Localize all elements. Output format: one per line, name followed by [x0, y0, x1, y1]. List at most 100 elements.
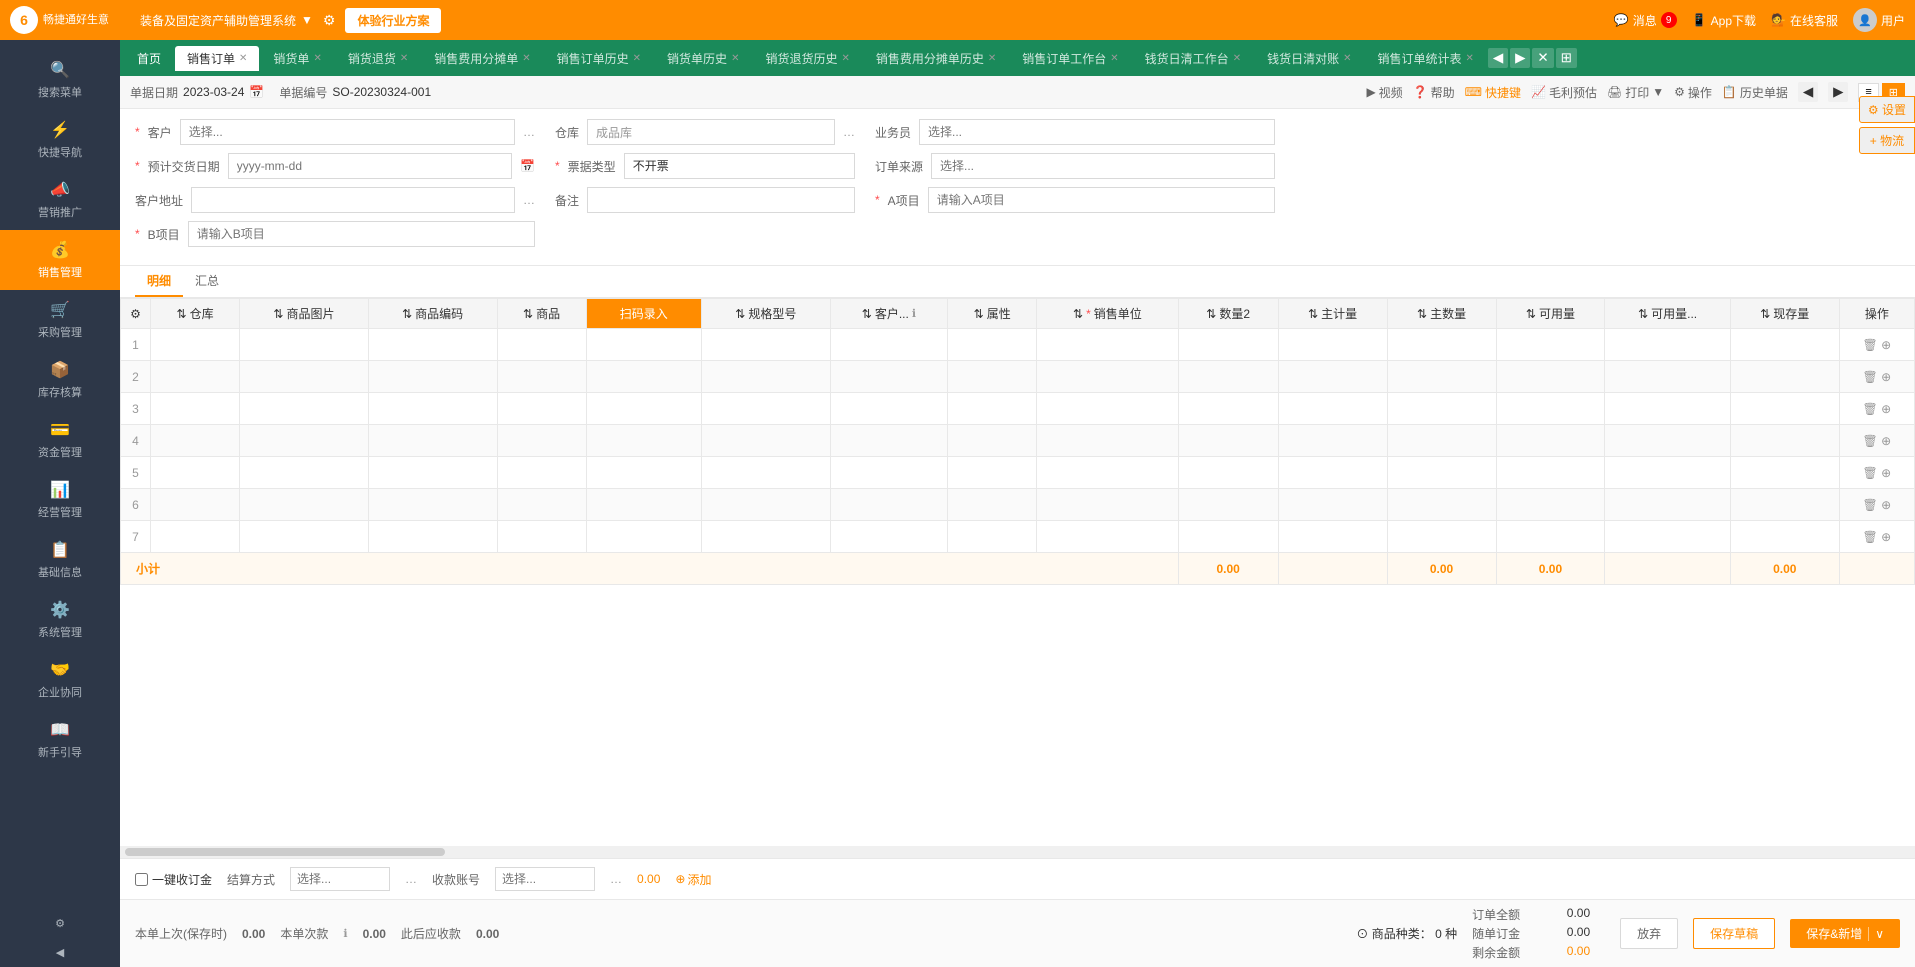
tab-prev-btn[interactable]: ◀	[1488, 48, 1508, 68]
sidebar-item-basic[interactable]: 📋 基础信息	[0, 530, 120, 590]
payment-method-input[interactable]	[290, 867, 390, 891]
row-spec-cell[interactable]	[701, 425, 830, 457]
tab-close-all-btn[interactable]: ✕	[1532, 48, 1553, 68]
row-product-cell[interactable]	[497, 329, 586, 361]
row-attribute-cell[interactable]	[948, 329, 1037, 361]
history-btn[interactable]: 📋 历史单据	[1722, 84, 1788, 101]
tab-sales-order-history[interactable]: 销售订单历史 ✕	[545, 46, 653, 71]
sidebar-item-operations[interactable]: 📊 经营管理	[0, 470, 120, 530]
row-main-qty-cell[interactable]	[1387, 457, 1496, 489]
row-product-cell[interactable]	[497, 457, 586, 489]
row-sales-unit-cell[interactable]	[1037, 425, 1178, 457]
row-warehouse-cell[interactable]	[151, 393, 240, 425]
row-product-code-cell[interactable]	[368, 393, 497, 425]
tab-sales-return-history-close[interactable]: ✕	[731, 53, 739, 64]
tab-sales-order-workbench-close[interactable]: ✕	[1110, 53, 1118, 64]
tab-home[interactable]: 首页	[125, 46, 173, 71]
row-product-cell[interactable]	[497, 489, 586, 521]
row-quantity2-cell[interactable]	[1178, 521, 1278, 553]
row-copy-btn[interactable]: ⊕	[1881, 530, 1891, 544]
row-customer-code-cell[interactable]	[830, 329, 947, 361]
row-product-code-cell[interactable]	[368, 361, 497, 393]
collection-dots-btn[interactable]: …	[610, 872, 622, 886]
sidebar-item-quick[interactable]: ⚡ 快捷导航	[0, 110, 120, 170]
tab-sales-return[interactable]: 销货单 ✕	[261, 46, 333, 71]
row-sales-unit-cell[interactable]	[1037, 521, 1178, 553]
row-copy-btn[interactable]: ⊕	[1881, 466, 1891, 480]
a-project-input[interactable]	[928, 187, 1275, 213]
save-new-dropdown-icon[interactable]: ∨	[1868, 927, 1884, 941]
horizontal-scrollbar[interactable]	[125, 848, 445, 856]
row-customer-code-cell[interactable]	[830, 489, 947, 521]
row-customer-code-cell[interactable]	[830, 457, 947, 489]
row-delete-btn[interactable]: 🗑	[1863, 370, 1878, 384]
sidebar-item-search[interactable]: 🔍 搜索菜单	[0, 50, 120, 110]
row-delete-btn[interactable]: 🗑	[1863, 466, 1878, 480]
customer-input[interactable]	[180, 119, 515, 145]
row-attribute-cell[interactable]	[948, 457, 1037, 489]
tab-sales-stats[interactable]: 销售订单统计表 ✕	[1365, 46, 1485, 71]
payment-dots-btn[interactable]: …	[405, 872, 417, 886]
row-product-code-cell[interactable]	[368, 457, 497, 489]
add-item-btn[interactable]: ⊕ 添加	[675, 871, 711, 888]
sidebar-item-inventory[interactable]: 📦 库存核算	[0, 350, 120, 410]
tab-receivable-reconcile-close[interactable]: ✕	[1343, 53, 1351, 64]
shortcut-btn[interactable]: ⌨ 快捷键	[1465, 84, 1521, 101]
online-service-btn[interactable]: 💁 在线客服	[1771, 12, 1838, 29]
warehouse-dots-btn[interactable]: …	[843, 125, 855, 139]
order-source-input[interactable]	[931, 153, 1275, 179]
tab-sales-expense-split-close[interactable]: ✕	[522, 53, 530, 64]
tab-menu-btn[interactable]: ⊞	[1556, 48, 1577, 68]
row-spec-cell[interactable]	[701, 393, 830, 425]
tab-receivable-reconcile[interactable]: 钱货日清对账 ✕	[1255, 46, 1363, 71]
help-btn[interactable]: ❓ 帮助	[1413, 84, 1455, 101]
sidebar-item-marketing[interactable]: 📣 营销推广	[0, 170, 120, 230]
tab-receivable-workbench-close[interactable]: ✕	[1233, 53, 1241, 64]
row-customer-code-cell[interactable]	[830, 425, 947, 457]
one-click-checkbox-label[interactable]: 一键收订金	[135, 871, 212, 888]
tab-sales-order[interactable]: 销售订单 ✕	[175, 46, 259, 71]
row-warehouse-cell[interactable]	[151, 329, 240, 361]
print-btn[interactable]: 🖨 打印 ▼	[1607, 84, 1664, 101]
row-product-cell[interactable]	[497, 393, 586, 425]
row-spec-cell[interactable]	[701, 489, 830, 521]
tab-sales-order-workbench[interactable]: 销售订单工作台 ✕	[1010, 46, 1130, 71]
tab-sales-stats-close[interactable]: ✕	[1466, 53, 1474, 64]
row-delete-btn[interactable]: 🗑	[1863, 498, 1878, 512]
tab-sales-refund-history[interactable]: 销货退货历史 ✕	[753, 46, 861, 71]
row-sales-unit-cell[interactable]	[1037, 361, 1178, 393]
sidebar-item-guide[interactable]: 📖 新手引导	[0, 710, 120, 770]
row-warehouse-cell[interactable]	[151, 361, 240, 393]
trial-btn[interactable]: 体验行业方案	[345, 8, 441, 33]
settings-gear-btn[interactable]: ⚙	[323, 12, 336, 29]
sidebar-item-purchase[interactable]: 🛒 采购管理	[0, 290, 120, 350]
row-main-qty-cell[interactable]	[1387, 329, 1496, 361]
row-delete-btn[interactable]: 🗑	[1863, 402, 1878, 416]
row-copy-btn[interactable]: ⊕	[1881, 402, 1891, 416]
discard-btn[interactable]: 放弃	[1620, 918, 1678, 949]
user-btn[interactable]: 👤 用户	[1853, 8, 1905, 32]
row-spec-cell[interactable]	[701, 521, 830, 553]
row-attribute-cell[interactable]	[948, 361, 1037, 393]
row-main-qty-cell[interactable]	[1387, 393, 1496, 425]
address-dots-btn[interactable]: …	[523, 193, 535, 207]
tab-sales-expense-history[interactable]: 销售费用分摊单历史 ✕	[864, 46, 1008, 71]
row-product-code-cell[interactable]	[368, 489, 497, 521]
profit-btn[interactable]: 📈 毛利预估	[1531, 84, 1597, 101]
row-main-qty-cell[interactable]	[1387, 425, 1496, 457]
tab-next-btn[interactable]: ▶	[1510, 48, 1530, 68]
row-warehouse-cell[interactable]	[151, 425, 240, 457]
expected-date-calendar-icon[interactable]: 📅	[520, 159, 535, 173]
operation-btn[interactable]: ⚙ 操作	[1674, 84, 1712, 101]
sidebar-item-enterprise[interactable]: 🤝 企业协同	[0, 650, 120, 710]
row-delete-btn[interactable]: 🗑	[1863, 434, 1878, 448]
row-spec-cell[interactable]	[701, 457, 830, 489]
invoice-type-select[interactable]: 不开票	[624, 153, 855, 179]
th-scan[interactable]: 扫码录入	[586, 299, 701, 329]
tab-sales-order-close[interactable]: ✕	[239, 53, 247, 64]
tab-sales-order-history-close[interactable]: ✕	[633, 53, 641, 64]
row-quantity2-cell[interactable]	[1178, 393, 1278, 425]
th-settings[interactable]: ⚙	[121, 299, 151, 329]
one-click-checkbox[interactable]	[135, 873, 148, 886]
tab-sales-refund-history-close[interactable]: ✕	[841, 53, 849, 64]
